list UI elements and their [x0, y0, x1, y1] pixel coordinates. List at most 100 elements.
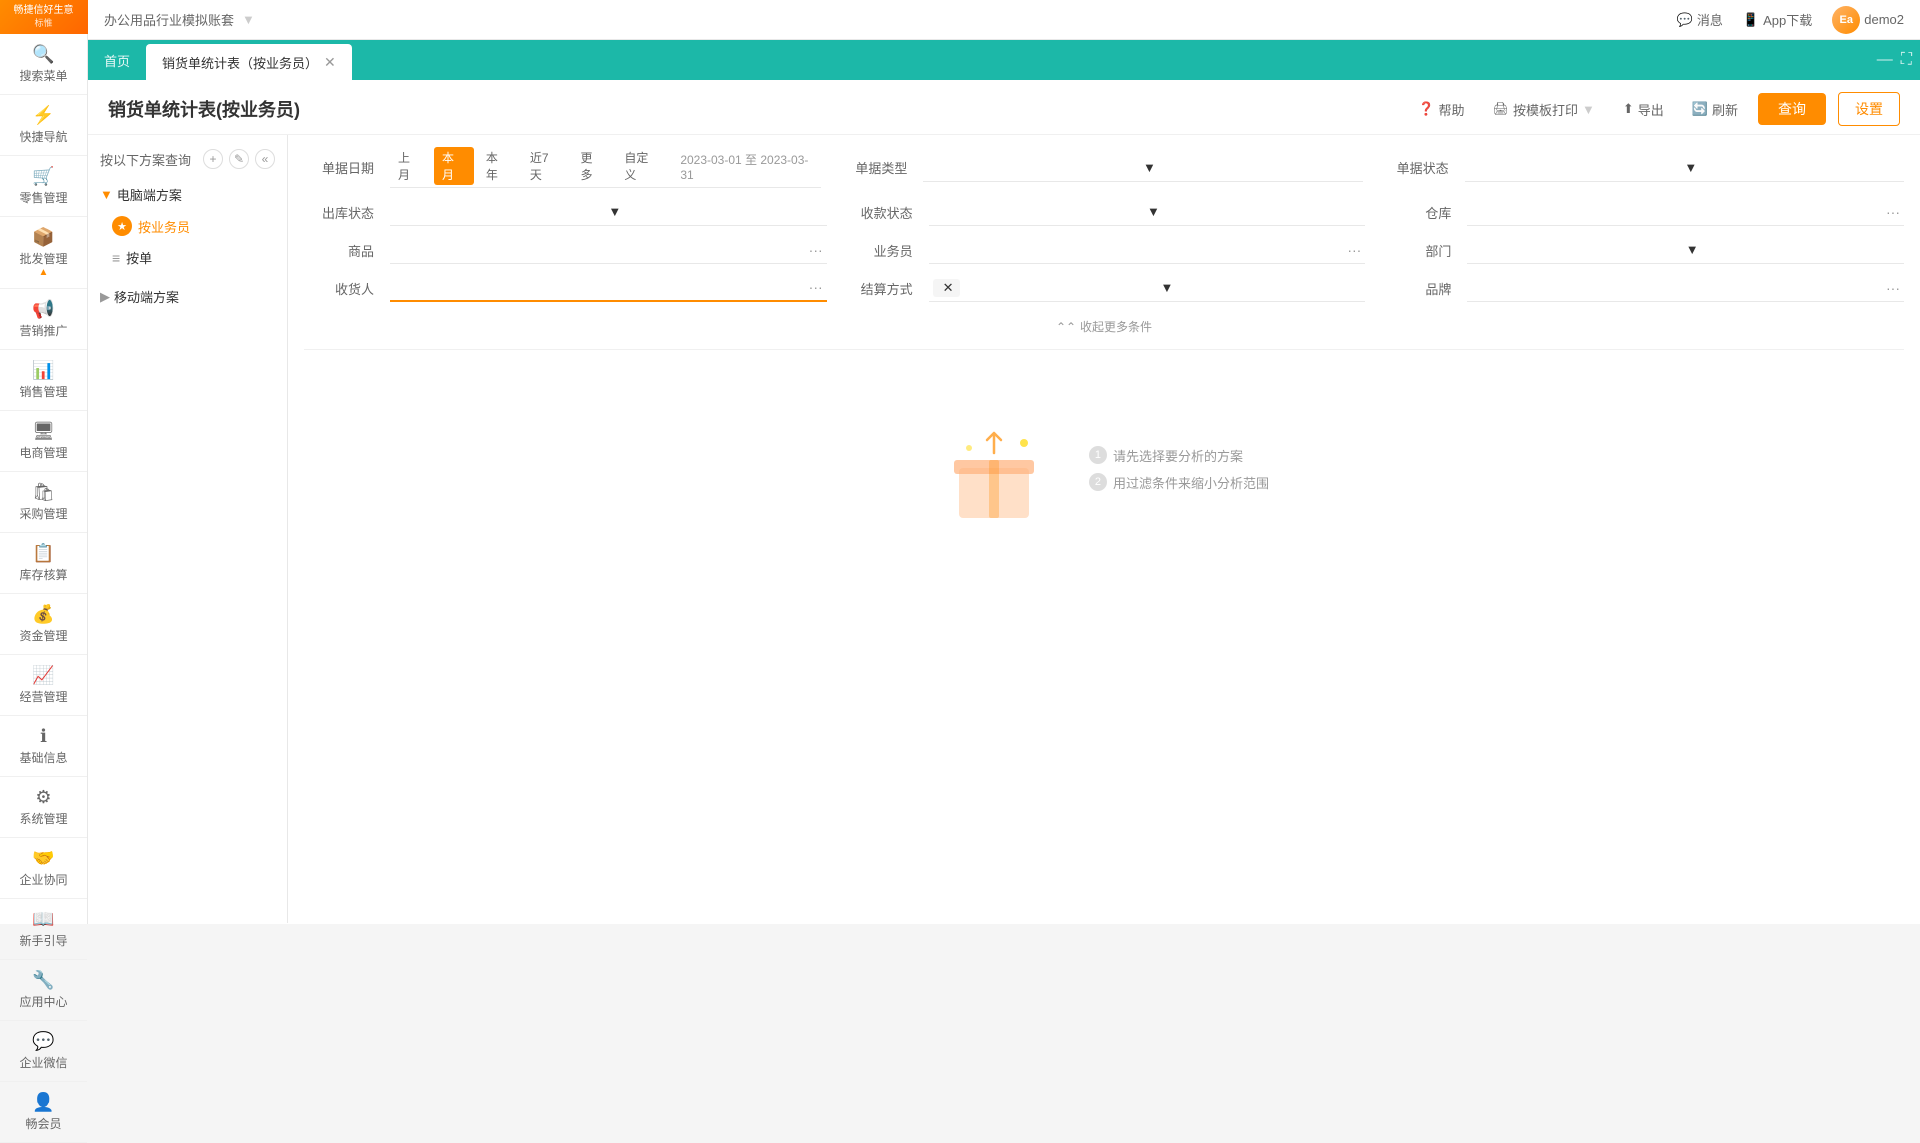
sidebar-item-system[interactable]: ⚙ 系统管理: [0, 777, 87, 838]
quicknav-icon: ⚡: [4, 105, 83, 126]
hint-1-text: 请先选择要分析的方案: [1113, 446, 1243, 465]
tree-parent-label: 电脑端方案: [117, 185, 182, 204]
doc-status-field[interactable]: ▼: [1465, 154, 1904, 182]
consignee-field[interactable]: ···: [390, 274, 827, 302]
sidebar-item-marketing[interactable]: 📢 营销推广: [0, 289, 87, 350]
salesperson-scheme-icon: ★: [112, 216, 132, 236]
brand-more-icon[interactable]: ···: [1886, 280, 1900, 296]
out-status-field[interactable]: ▼: [390, 198, 827, 226]
tree-parent-mobile[interactable]: ▶ 移动端方案: [88, 281, 287, 312]
brand-label: 品牌: [1381, 279, 1451, 298]
user-btn[interactable]: Ea demo2: [1832, 6, 1904, 34]
sidebar-item-base[interactable]: ℹ 基础信息: [0, 716, 87, 777]
sidebar-item-purchase[interactable]: 🛍 采购管理: [0, 472, 87, 533]
filter-row-3: 商品 ··· 业务员 ··· 部门: [304, 236, 1904, 264]
date-btn-this-month[interactable]: 本月: [434, 147, 474, 185]
payment-field[interactable]: ✕ ▼: [929, 274, 1366, 302]
hint-2: 2 用过滤条件来缩小分析范围: [1089, 473, 1269, 492]
date-btn-more[interactable]: 更多: [572, 147, 612, 185]
appcenter-icon: 🔧: [4, 970, 83, 991]
message-btn[interactable]: 💬 消息: [1677, 10, 1723, 29]
date-btn-7days[interactable]: 近7天: [522, 147, 569, 185]
sidebar-item-label: 电商管理: [4, 444, 83, 461]
template-print-btn[interactable]: 🖨 按模板打印 ▼: [1484, 96, 1602, 123]
brand-field[interactable]: ···: [1467, 274, 1904, 302]
help-btn[interactable]: ❓ 帮助: [1410, 96, 1472, 123]
left-panel-header: 按以下方案查询 + ✎ «: [88, 143, 287, 175]
date-btn-custom[interactable]: 自定义: [616, 147, 668, 185]
left-panel-actions: + ✎ «: [203, 149, 275, 169]
goods-field[interactable]: ···: [390, 236, 827, 264]
tab-home[interactable]: 首页: [88, 40, 146, 80]
guide-icon: 📖: [4, 909, 83, 930]
sidebar-item-wechat[interactable]: 💬 企业微信: [0, 1021, 87, 1082]
salesperson-more-icon[interactable]: ···: [1347, 242, 1361, 258]
sidebar-item-finance[interactable]: 💰 资金管理: [0, 594, 87, 655]
tab-maximize-btn[interactable]: ⛶: [1901, 51, 1912, 69]
edit-scheme-btn[interactable]: ✎: [229, 149, 249, 169]
sidebar-item-wholesale[interactable]: 📦 批发管理 ▲: [0, 217, 87, 289]
app-download-btn[interactable]: 📱 App下载: [1743, 10, 1812, 29]
date-btn-last-month[interactable]: 上月: [390, 147, 430, 185]
query-btn[interactable]: 查询: [1758, 93, 1826, 125]
filter-section: 单据日期 上月 本月 本年 近7天 更多 自定义 2023-03-01 至 20…: [304, 147, 1904, 350]
sidebar-item-guide[interactable]: 📖 新手引导: [0, 899, 87, 960]
sidebar-item-ecommerce[interactable]: 🖥 电商管理: [0, 411, 87, 472]
refresh-btn[interactable]: 🔄 刷新: [1684, 96, 1746, 123]
hint-num-1: 1: [1089, 446, 1107, 464]
goods-more-icon[interactable]: ···: [809, 242, 823, 258]
main-area: 办公用品行业模拟账套 ▼ 💬 消息 📱 App下载 Ea demo2 首页 销货…: [88, 0, 1920, 924]
doc-status-label: 单据状态: [1379, 158, 1449, 177]
tree-parent-desktop[interactable]: ▼ 电脑端方案: [88, 179, 287, 210]
date-btn-this-year[interactable]: 本年: [478, 147, 518, 185]
receipt-status-field[interactable]: ▼: [929, 198, 1366, 226]
warehouse-label: 仓库: [1381, 203, 1451, 222]
warehouse-field[interactable]: ···: [1467, 198, 1904, 226]
consignee-more-icon[interactable]: ···: [809, 279, 823, 295]
wechat-icon: 💬: [4, 1031, 83, 1052]
collapse-panel-btn[interactable]: «: [255, 149, 275, 169]
sidebar-item-member[interactable]: 👤 畅会员: [0, 1082, 87, 1143]
salesperson-field[interactable]: ···: [929, 236, 1366, 264]
page-header: 销货单统计表(按业务员) ❓ 帮助 🖨 按模板打印 ▼ ⬆ 导出: [88, 80, 1920, 135]
sidebar-item-search[interactable]: 🔍 搜索菜单: [0, 34, 87, 95]
page-title: 销货单统计表(按业务员): [108, 96, 300, 122]
payment-tag-close[interactable]: ✕: [943, 280, 954, 296]
tab-sales-stat[interactable]: 销货单统计表（按业务员） ✕: [146, 44, 352, 80]
sidebar-item-operation[interactable]: 📈 经营管理: [0, 655, 87, 716]
sidebar-item-appcenter[interactable]: 🔧 应用中心: [0, 960, 87, 1021]
sidebar-item-quicknav[interactable]: ⚡ 快捷导航: [0, 95, 87, 156]
sidebar-item-sales[interactable]: 📊 销售管理: [0, 350, 87, 411]
empty-hints: 1 请先选择要分析的方案 2 用过滤条件来缩小分析范围: [1089, 446, 1269, 500]
collapse-btn[interactable]: ⌃⌃ 收起更多条件: [304, 312, 1904, 341]
empty-illustration: [939, 418, 1049, 528]
sidebar-item-retail[interactable]: 🛒 零售管理: [0, 156, 87, 217]
out-status-label: 出库状态: [304, 203, 374, 222]
tree-parent-mobile-label: 移动端方案: [114, 287, 179, 306]
doc-type-arrow: ▼: [1143, 160, 1359, 175]
dept-field[interactable]: ▼: [1467, 236, 1904, 264]
out-status-arrow: ▼: [608, 204, 822, 219]
export-btn[interactable]: ⬆ 导出: [1615, 96, 1672, 123]
tree-child-salesperson[interactable]: ★ 按业务员: [88, 210, 287, 242]
date-range-display: 2023-03-01 至 2023-03-31: [680, 151, 821, 182]
sales-icon: 📊: [4, 360, 83, 381]
tree-child-order-label: 按单: [126, 248, 152, 267]
warehouse-more-icon[interactable]: ···: [1886, 204, 1900, 220]
sidebar-item-collab[interactable]: 🤝 企业协同: [0, 838, 87, 899]
message-icon: 💬: [1677, 12, 1693, 28]
tab-minimize-btn[interactable]: —: [1877, 51, 1893, 69]
doc-type-field[interactable]: ▼: [923, 154, 1362, 182]
add-scheme-btn[interactable]: +: [203, 149, 223, 169]
print-arrow-icon: ▼: [1582, 102, 1595, 117]
filter-row-2: 出库状态 ▼ 收款状态 ▼ 仓库: [304, 198, 1904, 226]
tree-child-order[interactable]: ≡ 按单: [88, 242, 287, 273]
sidebar-item-inventory[interactable]: 📋 库存核算: [0, 533, 87, 594]
top-header: 办公用品行业模拟账套 ▼ 💬 消息 📱 App下载 Ea demo2: [88, 0, 1920, 40]
sidebar-item-label: 企业协同: [4, 871, 83, 888]
settings-btn[interactable]: 设置: [1838, 92, 1900, 126]
finance-icon: 💰: [4, 604, 83, 625]
tab-close-btn[interactable]: ✕: [324, 54, 336, 71]
hint-num-2: 2: [1089, 473, 1107, 491]
dept-label: 部门: [1381, 241, 1451, 260]
